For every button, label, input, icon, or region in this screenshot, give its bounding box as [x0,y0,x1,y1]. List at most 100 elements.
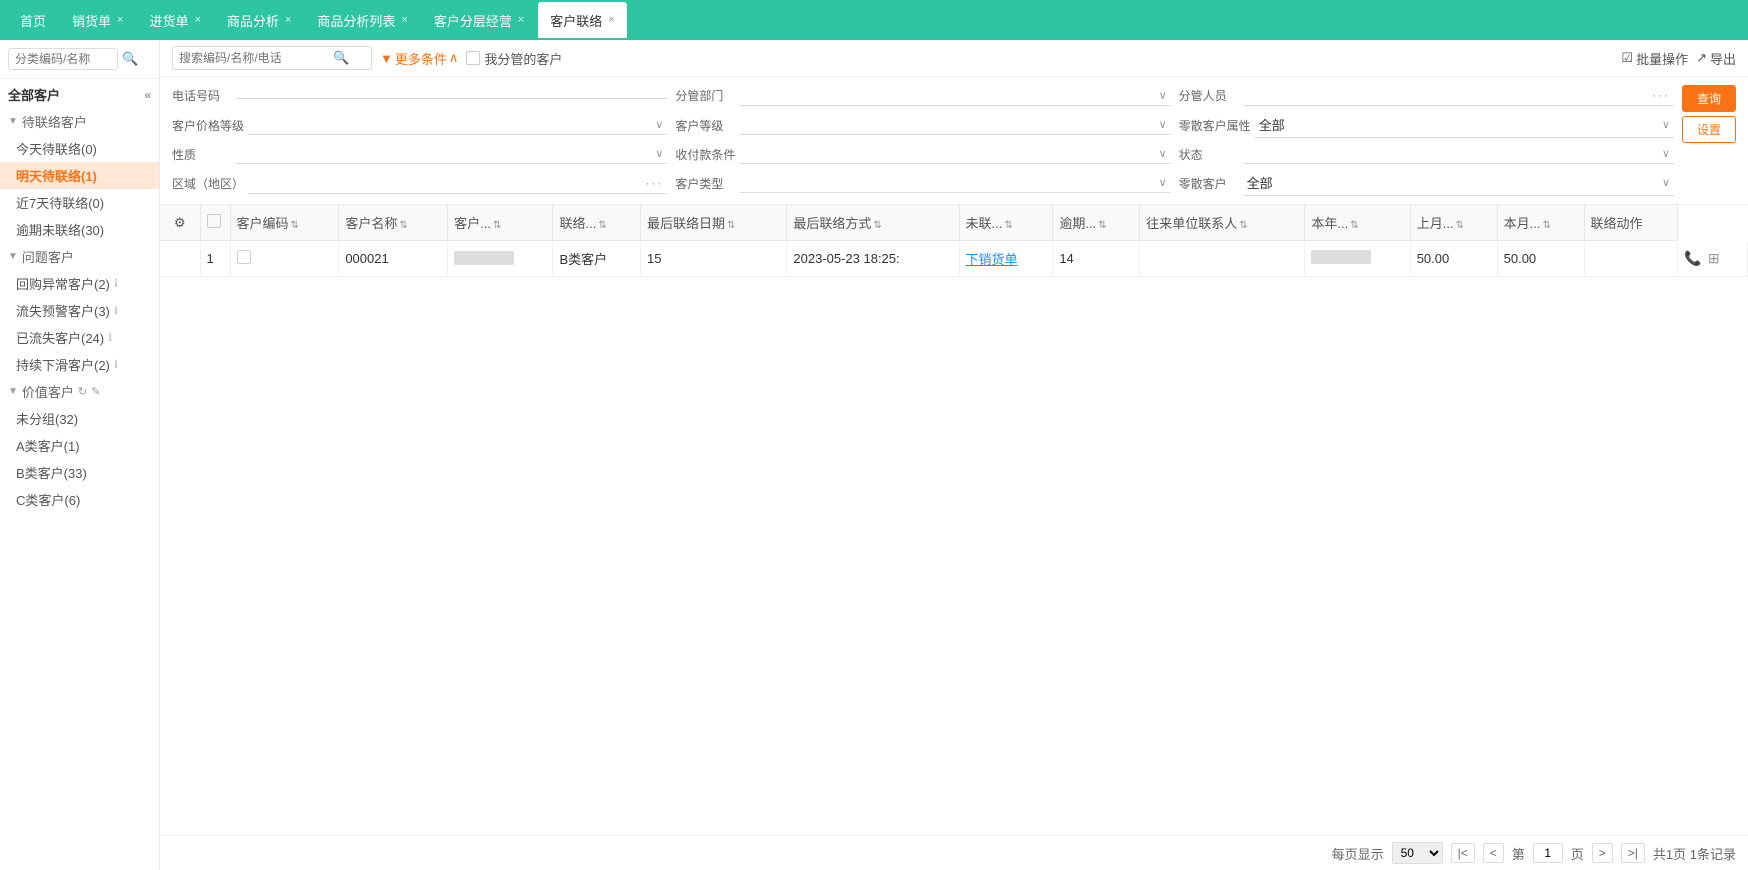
all-customers-section[interactable]: 全部客户 « [0,79,159,108]
last-method-link[interactable]: 下销货单 [966,252,1018,267]
region-field[interactable]: ··· [248,173,667,194]
table-row: 1 000021 Ea B类客户 15 2023-05-23 18:25: 下销… [160,241,1748,277]
filter-search-input[interactable] [179,51,329,65]
sidebar-item-declining[interactable]: 持续下滑客户(2) ℹ [0,351,159,378]
nav-product-analysis-list[interactable]: 商品分析列表 × [305,2,419,38]
nav-purchase-order[interactable]: 进货单 × [137,2,212,38]
cell-this-month [1584,241,1678,277]
more-filter-btn[interactable]: ▼ 更多条件 ∧ [380,49,458,68]
sidebar-item-tomorrow[interactable]: 明天待联络(1) [0,162,159,189]
nav-product-analysis[interactable]: 商品分析 × [215,2,303,38]
header-checkbox[interactable] [207,214,221,228]
cell-last-date: 2023-05-23 18:25: [787,241,959,277]
next-page-btn[interactable]: > [1592,843,1613,863]
nav-close-purchase-order[interactable]: × [194,14,200,26]
th-this-year[interactable]: 本年...⇅ [1305,205,1410,241]
nav-customer-stratify[interactable]: 客户分层经营 × [422,2,536,38]
sidebar-item-class-b[interactable]: B类客户(33) [0,459,159,486]
manager-dots-field[interactable]: ··· [1243,85,1674,106]
nav-close-product-analysis-list[interactable]: × [401,14,407,26]
th-last-month[interactable]: 上月...⇅ [1410,205,1497,241]
last-page-btn[interactable]: >| [1621,843,1645,863]
dept-select-field[interactable]: ∨ [739,86,1170,106]
sidebar-item-7days[interactable]: 近7天待联络(0) [0,189,159,216]
nature-field[interactable]: ∨ [236,144,667,164]
per-page-select[interactable]: 50 10 20 100 [1392,842,1443,864]
cell-check[interactable] [230,241,339,277]
customer-type-field[interactable]: ∨ [739,173,1170,193]
nav-close-product-analysis[interactable]: × [285,14,291,26]
cell-overdue [1140,241,1305,277]
first-page-btn[interactable]: |< [1451,843,1475,863]
th-last-method[interactable]: 最后联络方式⇅ [787,205,959,241]
th-settings[interactable]: ⚙ [160,205,200,241]
th-last-date[interactable]: 最后联络日期⇅ [641,205,787,241]
page-input[interactable] [1533,843,1563,863]
info-icon-0: ℹ [114,277,118,290]
th-overdue[interactable]: 逾期...⇅ [1053,205,1140,241]
adv-filter-row-1: 电话号码 分管部门 ∨ 分管人员 ··· [172,85,1674,106]
sort-icon-lmonth: ⇅ [1456,220,1464,231]
export-btn[interactable]: ↗ 导出 [1696,49,1736,68]
adv-filter-panel: 电话号码 分管部门 ∨ 分管人员 ··· [160,77,1748,205]
th-type[interactable]: 客户...⇅ [448,205,553,241]
nav-close-customer-contact[interactable]: × [608,14,614,26]
cell-icon [160,241,200,277]
set-button[interactable]: 设置 [1682,116,1736,143]
retail-attr-field[interactable]: 全部∨ [1255,112,1674,138]
th-contact-count[interactable]: 联络...⇅ [553,205,641,241]
th-checkbox[interactable] [200,205,230,241]
prev-page-btn[interactable]: < [1483,843,1504,863]
filter-field-dept: 分管部门 ∨ [675,86,1170,106]
th-code[interactable]: 客户编码⇅ [230,205,339,241]
th-this-month[interactable]: 本月...⇅ [1497,205,1584,241]
filter-search-icon[interactable]: 🔍 [333,50,349,66]
row-checkbox[interactable] [237,250,251,264]
phone-input-field[interactable] [236,92,667,99]
query-button[interactable]: 查询 [1682,85,1736,112]
price-grade-field[interactable]: ∨ [248,115,667,135]
sidebar-item-churned[interactable]: 已流失客户(24) ℹ [0,324,159,351]
refresh-icon[interactable]: ↻ [78,385,87,398]
sidebar-search-icon[interactable]: 🔍 [122,51,138,67]
sort-icon-contact: ⇅ [598,220,606,231]
adv-filter-content: 电话号码 分管部门 ∨ 分管人员 ··· [172,85,1736,196]
th-name[interactable]: 客户名称⇅ [339,205,448,241]
my-customers-check[interactable] [466,51,480,65]
nav-customer-contact[interactable]: 客户联络 × [538,2,626,38]
filter-actions: 查询 设置 [1682,85,1736,196]
status-field[interactable]: ∨ [1243,144,1674,164]
sidebar-item-class-a[interactable]: A类客户(1) [0,432,159,459]
sidebar-item-churn-warning[interactable]: 流失预警客户(3) ℹ [0,297,159,324]
th-no-contact[interactable]: 未联...⇅ [959,205,1053,241]
nav-sales-order[interactable]: 销货单 × [60,2,135,38]
info-icon-3: ℹ [114,358,118,371]
customer-grade-field[interactable]: ∨ [739,115,1170,135]
th-contact-person[interactable]: 往来单位联系人⇅ [1140,205,1305,241]
nav-home[interactable]: 首页 [8,2,58,38]
retail-customer-field[interactable]: 全部∨ [1243,170,1674,196]
sidebar-item-repurchase-abnormal[interactable]: 回购异常客户(2) ℹ [0,270,159,297]
sidebar-item-ungrouped[interactable]: 未分组(32) [0,405,159,432]
action-grid-icon[interactable]: ⊞ [1708,250,1720,267]
nav-close-sales-order[interactable]: × [117,14,123,26]
nav-close-customer-stratify[interactable]: × [518,14,524,26]
cell-contact-person [1305,241,1410,277]
cell-name: Ea [448,241,553,277]
filter-right-actions: ☑ 批量操作 ↗ 导出 [1621,49,1736,68]
payment-field[interactable]: ∨ [739,144,1170,164]
action-phone-icon[interactable]: 📞 [1684,250,1701,267]
collapse-icon[interactable]: « [144,88,151,102]
edit-icon[interactable]: ✎ [91,385,100,398]
content-area: 🔍 ▼ 更多条件 ∧ 我分管的客户 ☑ 批量操作 ↗ 导出 [160,40,1748,870]
table-body: 1 000021 Ea B类客户 15 2023-05-23 18:25: 下销… [160,241,1748,277]
filter-field-region: 区域（地区） ··· [172,173,667,194]
batch-op-btn[interactable]: ☑ 批量操作 [1621,49,1688,68]
sidebar-search-input[interactable] [8,48,118,70]
sidebar-item-class-c[interactable]: C类客户(6) [0,486,159,513]
sidebar-item-today[interactable]: 今天待联络(0) [0,135,159,162]
sort-icon-tmonth: ⇅ [1542,220,1550,231]
sort-icon-year: ⇅ [1350,220,1358,231]
sidebar-item-overdue[interactable]: 逾期未联络(30) [0,216,159,243]
cell-last-method[interactable]: 下销货单 [959,241,1053,277]
